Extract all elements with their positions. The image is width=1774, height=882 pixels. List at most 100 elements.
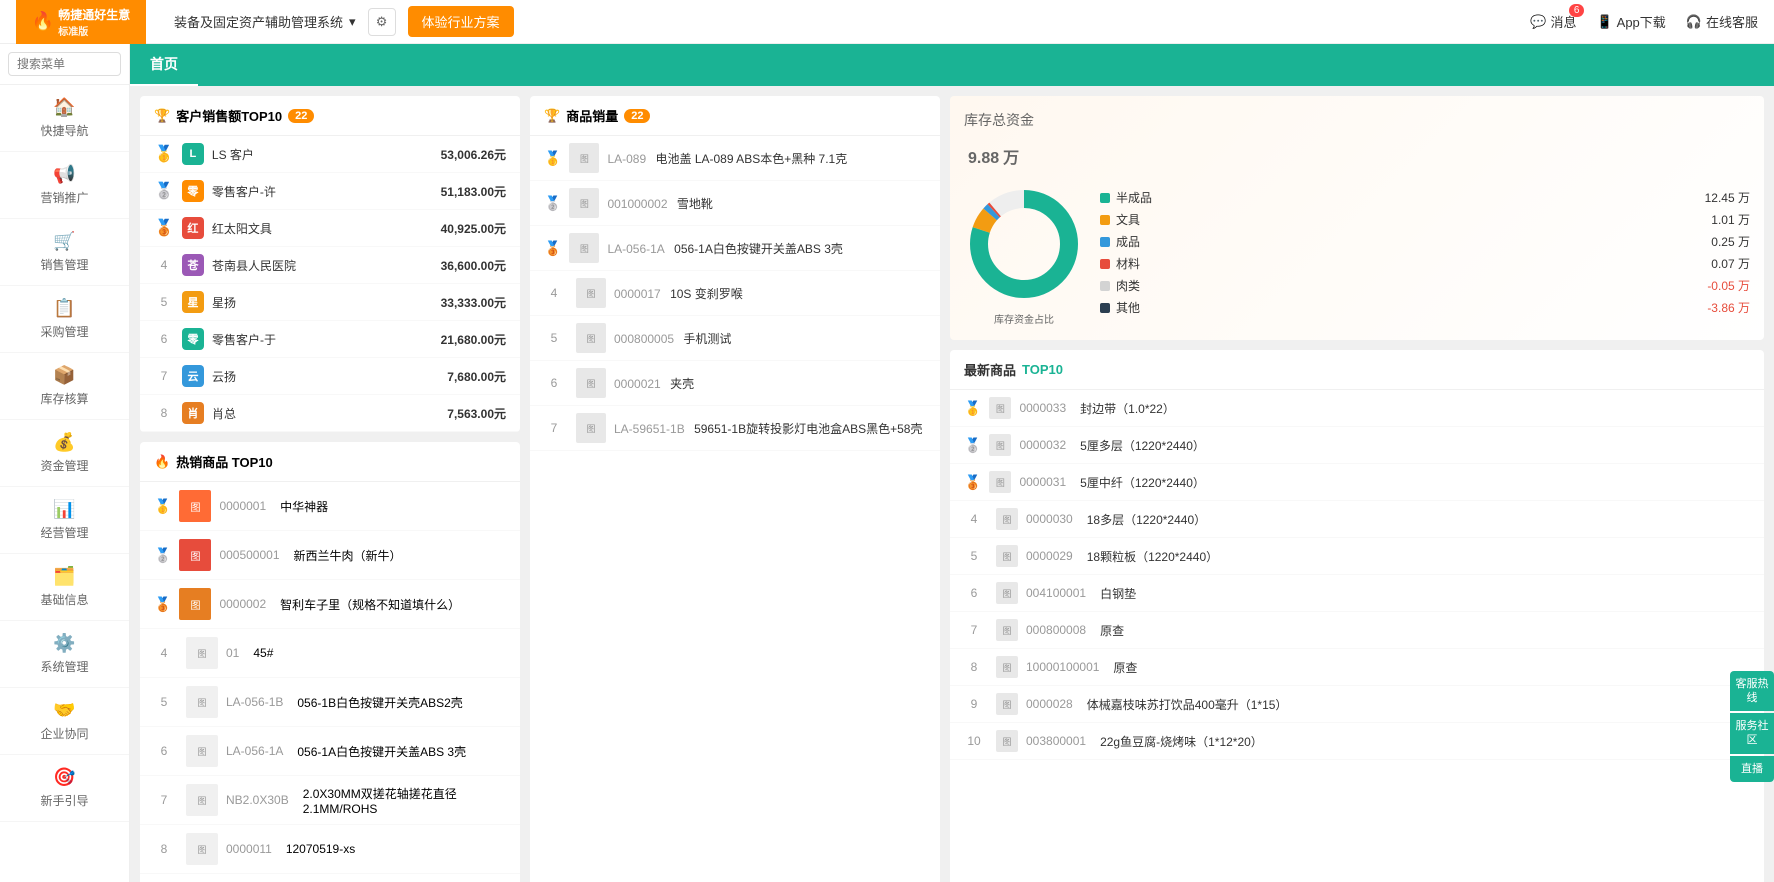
list-item: 🥉 图 0000002 智利车子里（规格不知道填什么） bbox=[140, 580, 520, 629]
rank-number: 5 bbox=[154, 292, 174, 312]
legend-item: 材料 0.07 万 bbox=[1100, 255, 1750, 272]
legend-value: -3.86 万 bbox=[1707, 299, 1750, 316]
live-broadcast-button[interactable]: 直播 bbox=[1730, 756, 1774, 782]
product-code: 0000001 bbox=[219, 499, 266, 513]
hot-products-title: 热销商品 TOP10 bbox=[176, 452, 273, 471]
service-community-button[interactable]: 服务社区 bbox=[1730, 713, 1774, 754]
float-service: 客服热线 服务社区 直播 bbox=[1730, 671, 1774, 782]
customer-name: 云扬 bbox=[212, 368, 447, 385]
customer-value: 21,680.00元 bbox=[441, 331, 506, 348]
product-code: LA-59651-1B bbox=[614, 422, 685, 436]
search-menu[interactable] bbox=[0, 44, 129, 85]
product-code: LA-056-1B bbox=[226, 695, 283, 709]
customer-name: 零售客户-于 bbox=[212, 331, 441, 348]
product-image: 图 bbox=[576, 278, 606, 308]
rank-number: 6 bbox=[154, 741, 174, 761]
rank-medal-icon: 🥇 bbox=[154, 498, 171, 515]
customer-value: 53,006.26元 bbox=[441, 146, 506, 163]
newest-products-list: 🥇 图 0000033 封边带（1.0*22） 🥈 图 0000032 5厘多层… bbox=[950, 390, 1764, 760]
customer-ranking-title: 客户销售额TOP10 bbox=[176, 106, 282, 125]
product-name: 体械嘉枝味苏打饮品400毫升（1*15） bbox=[1087, 696, 1288, 713]
message-button[interactable]: 💬 消息 6 bbox=[1530, 12, 1576, 31]
table-row: 6 零 零售客户-于 21,680.00元 bbox=[140, 321, 520, 358]
sidebar-item-quick-nav[interactable]: 🏠 快捷导航 bbox=[0, 85, 129, 152]
list-item: 🥈 图 000500001 新西兰牛肉（新牛） bbox=[140, 531, 520, 580]
product-code: 0000029 bbox=[1026, 549, 1073, 563]
product-image: 图 bbox=[186, 833, 218, 865]
system-selector[interactable]: 装备及固定资产辅助管理系统 ▾ bbox=[174, 12, 356, 31]
dashboard: 🏆 客户销售额TOP10 22 🥇 L LS 客户 53,006.26元 bbox=[130, 86, 1774, 882]
legend-item: 其他 -3.86 万 bbox=[1100, 299, 1750, 316]
customer-name: 肖总 bbox=[212, 405, 447, 422]
sidebar-label-purchase: 采购管理 bbox=[40, 323, 88, 340]
sidebar-label-guide: 新手引导 bbox=[40, 792, 88, 809]
rank-number: 5 bbox=[544, 328, 564, 348]
sidebar-item-guide[interactable]: 🎯 新手引导 bbox=[0, 755, 129, 822]
product-sales-list: 🥇 图 LA-089 电池盖 LA-089 ABS本色+黑种 7.1克 🥈 图 bbox=[530, 136, 940, 451]
sidebar-item-purchase[interactable]: 📋 采购管理 bbox=[0, 286, 129, 353]
legend-value: 0.25 万 bbox=[1711, 233, 1750, 250]
finance-icon: 💰 bbox=[53, 432, 75, 453]
customer-hotline-button[interactable]: 客服热线 bbox=[1730, 671, 1774, 712]
product-name: 056-1A白色按键开关盖ABS 3壳 bbox=[674, 242, 843, 256]
table-row: 4 苍 苍南县人民医院 36,600.00元 bbox=[140, 247, 520, 284]
product-code: 0000011 bbox=[226, 842, 272, 856]
product-sales-header: 🏆 商品销量 22 bbox=[530, 96, 940, 136]
avatar: L bbox=[182, 143, 204, 165]
product-code: 0000028 bbox=[1026, 697, 1073, 711]
product-image: 图 bbox=[996, 656, 1018, 678]
avatar: 零 bbox=[182, 180, 204, 202]
list-item: 6 图 LA-056-1A 056-1A白色按键开关盖ABS 3壳 bbox=[140, 727, 520, 776]
app-download-label: App下载 bbox=[1617, 12, 1666, 31]
online-service-button[interactable]: 🎧 在线客服 bbox=[1686, 12, 1758, 31]
customer-name: 零售客户-许 bbox=[212, 183, 441, 200]
list-item: 🥇 图 0000033 封边带（1.0*22） bbox=[950, 390, 1764, 427]
avatar: 零 bbox=[182, 328, 204, 350]
product-sales-card: 🏆 商品销量 22 🥇 图 LA-089 电池盖 LA-089 ABS本色+黑种… bbox=[530, 96, 940, 882]
rank-medal-icon: 🥉 bbox=[154, 218, 174, 238]
inventory-icon: 📦 bbox=[53, 365, 75, 386]
legend-item: 半成品 12.45 万 bbox=[1100, 189, 1750, 206]
product-image: 图 bbox=[179, 490, 211, 522]
product-info: LA-59651-1B 59651-1B旋转投影灯电池盒ABS黑色+58壳 bbox=[614, 420, 926, 437]
gear-button[interactable]: ⚙ bbox=[368, 8, 396, 36]
customer-value: 51,183.00元 bbox=[441, 183, 506, 200]
rank-number: 4 bbox=[154, 255, 174, 275]
content-area: 首页 🏆 客户销售额TOP10 22 bbox=[130, 44, 1774, 882]
app-download-button[interactable]: 📱 App下载 bbox=[1596, 12, 1665, 31]
legend-list: 半成品 12.45 万 文具 1.01 万 bbox=[1100, 189, 1750, 321]
rank-number: 4 bbox=[154, 643, 174, 663]
product-name: 新西兰牛肉（新牛） bbox=[294, 547, 402, 564]
marketing-icon: 📢 bbox=[53, 164, 75, 185]
product-name: 夹壳 bbox=[670, 377, 694, 391]
customer-value: 7,563.00元 bbox=[447, 405, 506, 422]
legend-item: 肉类 -0.05 万 bbox=[1100, 277, 1750, 294]
search-input[interactable] bbox=[8, 52, 121, 76]
list-item: 🥇 图 0000001 中华神器 bbox=[140, 482, 520, 531]
tab-home[interactable]: 首页 bbox=[130, 44, 198, 86]
product-info: LA-056-1A 056-1A白色按键开关盖ABS 3壳 bbox=[607, 240, 926, 257]
logo-sub: 标准版 bbox=[58, 23, 130, 38]
sidebar-item-basic-info[interactable]: 🗂️ 基础信息 bbox=[0, 554, 129, 621]
list-item: 10 图 003800001 22g鱼豆腐-烧烤味（1*12*20） bbox=[950, 723, 1764, 760]
table-row: 7 图 LA-59651-1B 59651-1B旋转投影灯电池盒ABS黑色+58… bbox=[530, 406, 940, 451]
list-item: 8 图 10000100001 原查 bbox=[950, 649, 1764, 686]
sidebar-item-operation[interactable]: 📊 经营管理 bbox=[0, 487, 129, 554]
sidebar-item-marketing[interactable]: 📢 营销推广 bbox=[0, 152, 129, 219]
sidebar-item-inventory[interactable]: 📦 库存核算 bbox=[0, 353, 129, 420]
sidebar-item-finance[interactable]: 💰 资金管理 bbox=[0, 420, 129, 487]
customer-ranking-card: 🏆 客户销售额TOP10 22 🥇 L LS 客户 53,006.26元 bbox=[140, 96, 520, 432]
inventory-unit: 万 bbox=[1003, 150, 1019, 167]
list-item: 🥈 图 0000032 5厘多层（1220*2440） bbox=[950, 427, 1764, 464]
trial-button[interactable]: 体验行业方案 bbox=[408, 6, 514, 37]
system-icon: ⚙️ bbox=[53, 633, 75, 654]
list-item: 6 图 004100001 白钢垫 bbox=[950, 575, 1764, 612]
sidebar-item-enterprise[interactable]: 🤝 企业协同 bbox=[0, 688, 129, 755]
avatar: 星 bbox=[182, 291, 204, 313]
legend-name: 半成品 bbox=[1116, 189, 1699, 206]
sidebar-item-sales[interactable]: 🛒 销售管理 bbox=[0, 219, 129, 286]
product-image: 图 bbox=[576, 323, 606, 353]
sidebar-item-system[interactable]: ⚙️ 系统管理 bbox=[0, 621, 129, 688]
product-name: 59651-1B旋转投影灯电池盒ABS黑色+58壳 bbox=[694, 422, 922, 436]
product-name: 10S 变刹罗喉 bbox=[670, 287, 743, 301]
